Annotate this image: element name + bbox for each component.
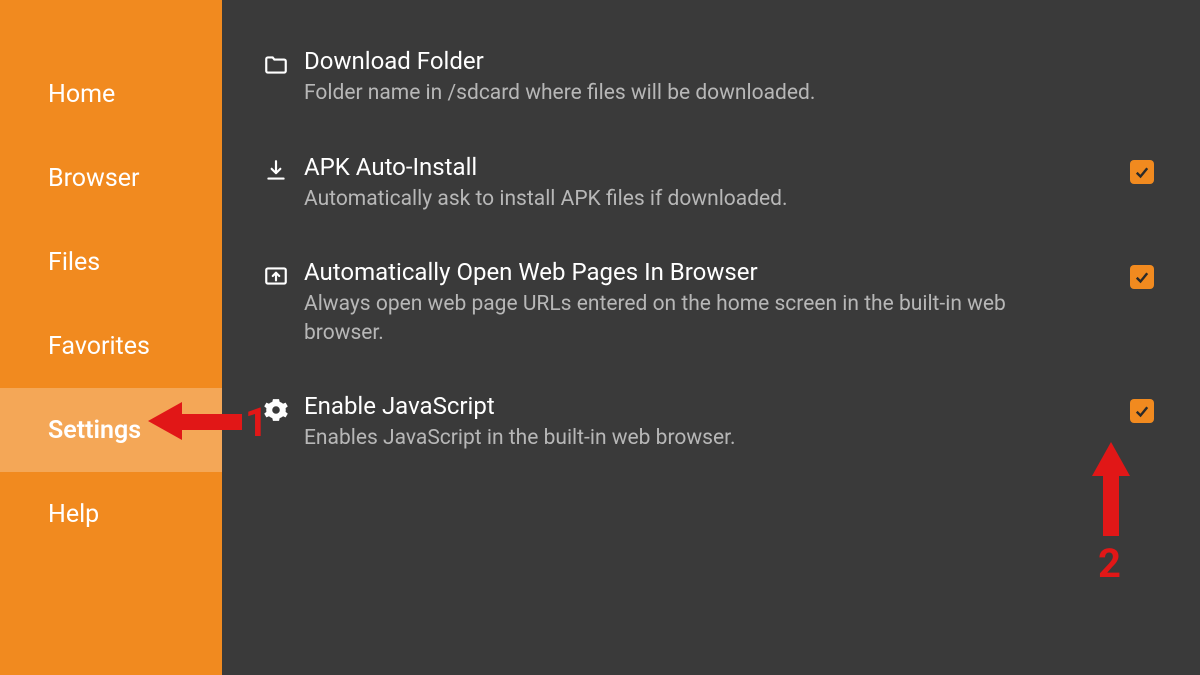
sidebar-item-help[interactable]: Help (0, 472, 222, 556)
folder-icon (248, 46, 304, 78)
setting-enable-javascript[interactable]: Enable JavaScript Enables JavaScript in … (248, 377, 1160, 483)
setting-download-folder[interactable]: Download Folder Folder name in /sdcard w… (248, 32, 1160, 138)
open-in-browser-icon (248, 257, 304, 289)
sidebar-item-files[interactable]: Files (0, 220, 222, 304)
sidebar-item-label: Favorites (48, 332, 150, 361)
setting-title: Download Folder (304, 46, 1090, 77)
sidebar-item-settings[interactable]: Settings (0, 388, 222, 472)
setting-desc: Automatically ask to install APK files i… (304, 185, 1090, 213)
sidebar-item-label: Files (48, 248, 100, 277)
setting-desc: Enables JavaScript in the built-in web b… (304, 424, 1090, 452)
settings-panel: Download Folder Folder name in /sdcard w… (222, 0, 1200, 675)
gear-icon (248, 391, 304, 423)
sidebar-item-favorites[interactable]: Favorites (0, 304, 222, 388)
sidebar-item-label: Help (48, 500, 99, 529)
checkbox-auto-open-web[interactable] (1130, 265, 1154, 289)
setting-apk-auto-install[interactable]: APK Auto-Install Automatically ask to in… (248, 138, 1160, 244)
sidebar-item-label: Home (48, 80, 115, 109)
sidebar-item-label: Browser (48, 164, 139, 193)
setting-title: Enable JavaScript (304, 391, 1090, 422)
setting-title: APK Auto-Install (304, 152, 1090, 183)
sidebar-item-browser[interactable]: Browser (0, 136, 222, 220)
setting-desc: Folder name in /sdcard where files will … (304, 79, 1090, 107)
sidebar-item-home[interactable]: Home (0, 52, 222, 136)
checkbox-apk-auto-install[interactable] (1130, 160, 1154, 184)
checkbox-enable-javascript[interactable] (1130, 399, 1154, 423)
setting-auto-open-web[interactable]: Automatically Open Web Pages In Browser … (248, 243, 1160, 377)
sidebar-item-label: Settings (48, 416, 141, 445)
setting-desc: Always open web page URLs entered on the… (304, 290, 1090, 347)
download-icon (248, 152, 304, 184)
setting-title: Automatically Open Web Pages In Browser (304, 257, 1090, 288)
sidebar: Home Browser Files Favorites Settings He… (0, 0, 222, 675)
